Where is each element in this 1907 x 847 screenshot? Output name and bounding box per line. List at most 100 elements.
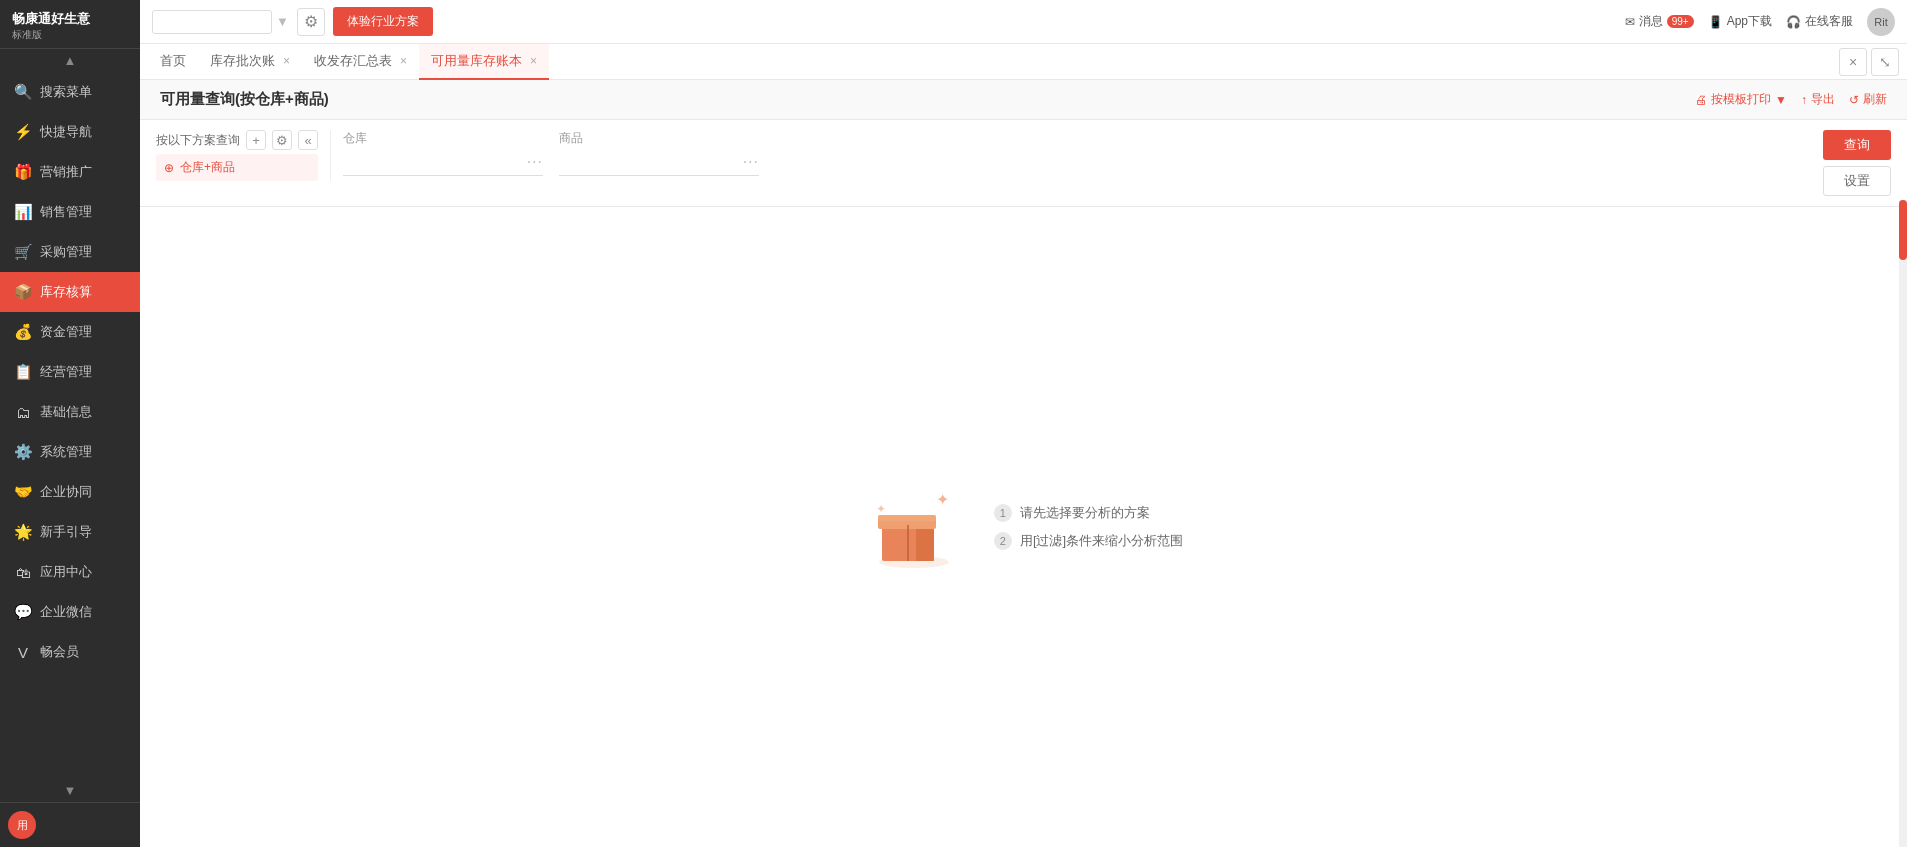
marketing-icon: 🎁 [14, 163, 32, 181]
app-label: App下载 [1727, 13, 1772, 30]
sidebar-item-label-finance: 资金管理 [40, 323, 92, 341]
sidebar-item-enterprise[interactable]: 🤝 企业协同 [0, 472, 140, 512]
svg-rect-4 [878, 515, 936, 521]
filter-fields: 仓库 ··· 商品 ··· [343, 130, 1823, 176]
sidebar-item-purchase[interactable]: 🛒采购管理 [0, 232, 140, 272]
print-action[interactable]: 🖨 按模板打印 ▼ [1695, 91, 1787, 108]
tip-num-1: 1 [994, 504, 1012, 522]
sidebar-item-search[interactable]: 🔍搜索菜单 [0, 72, 140, 112]
warehouse-input-wrap: ··· [343, 149, 543, 176]
tab-available-close[interactable]: × [530, 54, 537, 68]
tabs-controls: × ⤡ [1839, 48, 1899, 76]
settings-btn[interactable]: 设置 [1823, 166, 1891, 196]
export-icon: ↑ [1801, 93, 1807, 107]
message-icon: ✉ [1625, 15, 1635, 29]
tab-available[interactable]: 可用量库存账本 × [419, 44, 549, 80]
sidebar-item-label-enterprise: 企业协同 [40, 483, 92, 501]
operations-icon: 📋 [14, 363, 32, 381]
product-label: 商品 [559, 130, 759, 147]
enterprise-icon: 🤝 [14, 483, 32, 501]
basic-icon: 🗂 [14, 403, 32, 421]
filter-area: 按以下方案查询 + ⚙ « ⊕ 仓库+商品 仓库 ··· 商品 [140, 120, 1907, 207]
sidebar-item-sales[interactable]: 📊销售管理 [0, 192, 140, 232]
sidebar-item-label-inventory: 库存核算 [40, 283, 92, 301]
sidebar-user[interactable]: 用 [0, 802, 140, 847]
right-scrollbar[interactable] [1899, 200, 1907, 847]
collapse-scheme-btn[interactable]: « [298, 130, 318, 150]
scheme-item-label: 仓库+商品 [180, 159, 235, 176]
warehouse-input[interactable] [343, 155, 523, 170]
warehouse-more-btn[interactable]: ··· [527, 153, 543, 171]
topbar-search-area: ▼ [152, 10, 289, 34]
online-service-action[interactable]: 🎧 在线客服 [1786, 13, 1853, 30]
sidebar-item-inventory[interactable]: 📦 库存核算 [0, 272, 140, 312]
tab-summary-close[interactable]: × [400, 54, 407, 68]
tab-batch[interactable]: 库存批次账 × [198, 44, 302, 80]
empty-state: ✦ ✦ 1 请先选择要分析的方案 2 用[过滤]条件来缩小分析范围 [140, 207, 1907, 847]
tip-1: 1 请先选择要分析的方案 [994, 504, 1183, 522]
svg-rect-2 [916, 525, 934, 561]
message-action[interactable]: ✉ 消息 99+ [1625, 13, 1694, 30]
scroll-up-btn[interactable]: ▲ [0, 49, 140, 72]
app-download-action[interactable]: 📱 App下载 [1708, 13, 1772, 30]
sidebar-item-shortcut[interactable]: ⚡快捷导航 [0, 112, 140, 152]
tabs-bar: 首页 库存批次账 × 收发存汇总表 × 可用量库存账本 × × ⤡ [140, 44, 1907, 80]
product-input[interactable] [559, 155, 739, 170]
scrollbar-thumb[interactable] [1899, 200, 1907, 260]
finance-icon: 💰 [14, 323, 32, 341]
print-dropdown-icon[interactable]: ▼ [1775, 93, 1787, 107]
system-icon: ⚙️ [14, 443, 32, 461]
topbar-dropdown-icon[interactable]: ▼ [276, 14, 289, 29]
appstore-icon: 🛍 [14, 563, 32, 581]
sidebar-item-appstore[interactable]: 🛍应用中心 [0, 552, 140, 592]
warehouse-label: 仓库 [343, 130, 543, 147]
sidebar-item-label-shortcut: 快捷导航 [40, 123, 92, 141]
tab-close-all-btn[interactable]: × [1839, 48, 1867, 76]
filter-scheme-header: 按以下方案查询 + ⚙ « [156, 130, 318, 150]
inventory-icon: 📦 [14, 283, 32, 301]
add-scheme-btn[interactable]: + [246, 130, 266, 150]
topbar-user-text: Rit [1874, 16, 1887, 28]
tab-batch-label: 库存批次账 [210, 52, 275, 70]
tab-expand-btn[interactable]: ⤡ [1871, 48, 1899, 76]
sidebar-item-system[interactable]: ⚙️ 系统管理 [0, 432, 140, 472]
product-more-btn[interactable]: ··· [743, 153, 759, 171]
tip-text-2: 用[过滤]条件来缩小分析范围 [1020, 532, 1183, 550]
topbar-actions: ✉ 消息 99+ 📱 App下载 🎧 在线客服 Rit [1625, 8, 1895, 36]
scroll-down-btn[interactable]: ▼ [0, 779, 140, 802]
tab-batch-close[interactable]: × [283, 54, 290, 68]
sidebar-item-finance[interactable]: 💰 资金管理 [0, 312, 140, 352]
filter-scheme-panel: 按以下方案查询 + ⚙ « ⊕ 仓库+商品 [156, 130, 331, 181]
phone-icon: 📱 [1708, 15, 1723, 29]
refresh-action[interactable]: ↺ 刷新 [1849, 91, 1887, 108]
headset-icon: 🎧 [1786, 15, 1801, 29]
scheme-label: 按以下方案查询 [156, 132, 240, 149]
query-btn[interactable]: 查询 [1823, 130, 1891, 160]
member-icon: V [14, 643, 32, 661]
industry-solution-btn[interactable]: 体验行业方案 [333, 7, 433, 36]
search-icon: 🔍 [14, 83, 32, 101]
tab-summary[interactable]: 收发存汇总表 × [302, 44, 419, 80]
topbar-user-avatar[interactable]: Rit [1867, 8, 1895, 36]
sidebar-item-member[interactable]: V畅会员 [0, 632, 140, 672]
topbar-gear-btn[interactable]: ⚙ [297, 8, 325, 36]
sidebar-item-marketing[interactable]: 🎁营销推广 [0, 152, 140, 192]
tab-home-label: 首页 [160, 52, 186, 70]
topbar-search-input[interactable] [152, 10, 272, 34]
tab-home[interactable]: 首页 [148, 44, 198, 80]
tab-available-label: 可用量库存账本 [431, 52, 522, 70]
tab-summary-label: 收发存汇总表 [314, 52, 392, 70]
export-action[interactable]: ↑ 导出 [1801, 91, 1835, 108]
sidebar-item-guide[interactable]: 🌟新手引导 [0, 512, 140, 552]
sidebar-item-wechat[interactable]: 💬企业微信 [0, 592, 140, 632]
print-icon: 🖨 [1695, 93, 1707, 107]
page-header: 可用量查询(按仓库+商品) 🖨 按模板打印 ▼ ↑ 导出 ↺ 刷新 [140, 80, 1907, 120]
sidebar-item-basic[interactable]: 🗂基础信息 [0, 392, 140, 432]
message-label: 消息 [1639, 13, 1663, 30]
sidebar-item-label-system: 系统管理 [40, 443, 92, 461]
export-label: 导出 [1811, 91, 1835, 108]
settings-scheme-btn[interactable]: ⚙ [272, 130, 292, 150]
sidebar-item-operations[interactable]: 📋经营管理 [0, 352, 140, 392]
scheme-warehouse-product[interactable]: ⊕ 仓库+商品 [156, 154, 318, 181]
sidebar-item-label-guide: 新手引导 [40, 523, 92, 541]
